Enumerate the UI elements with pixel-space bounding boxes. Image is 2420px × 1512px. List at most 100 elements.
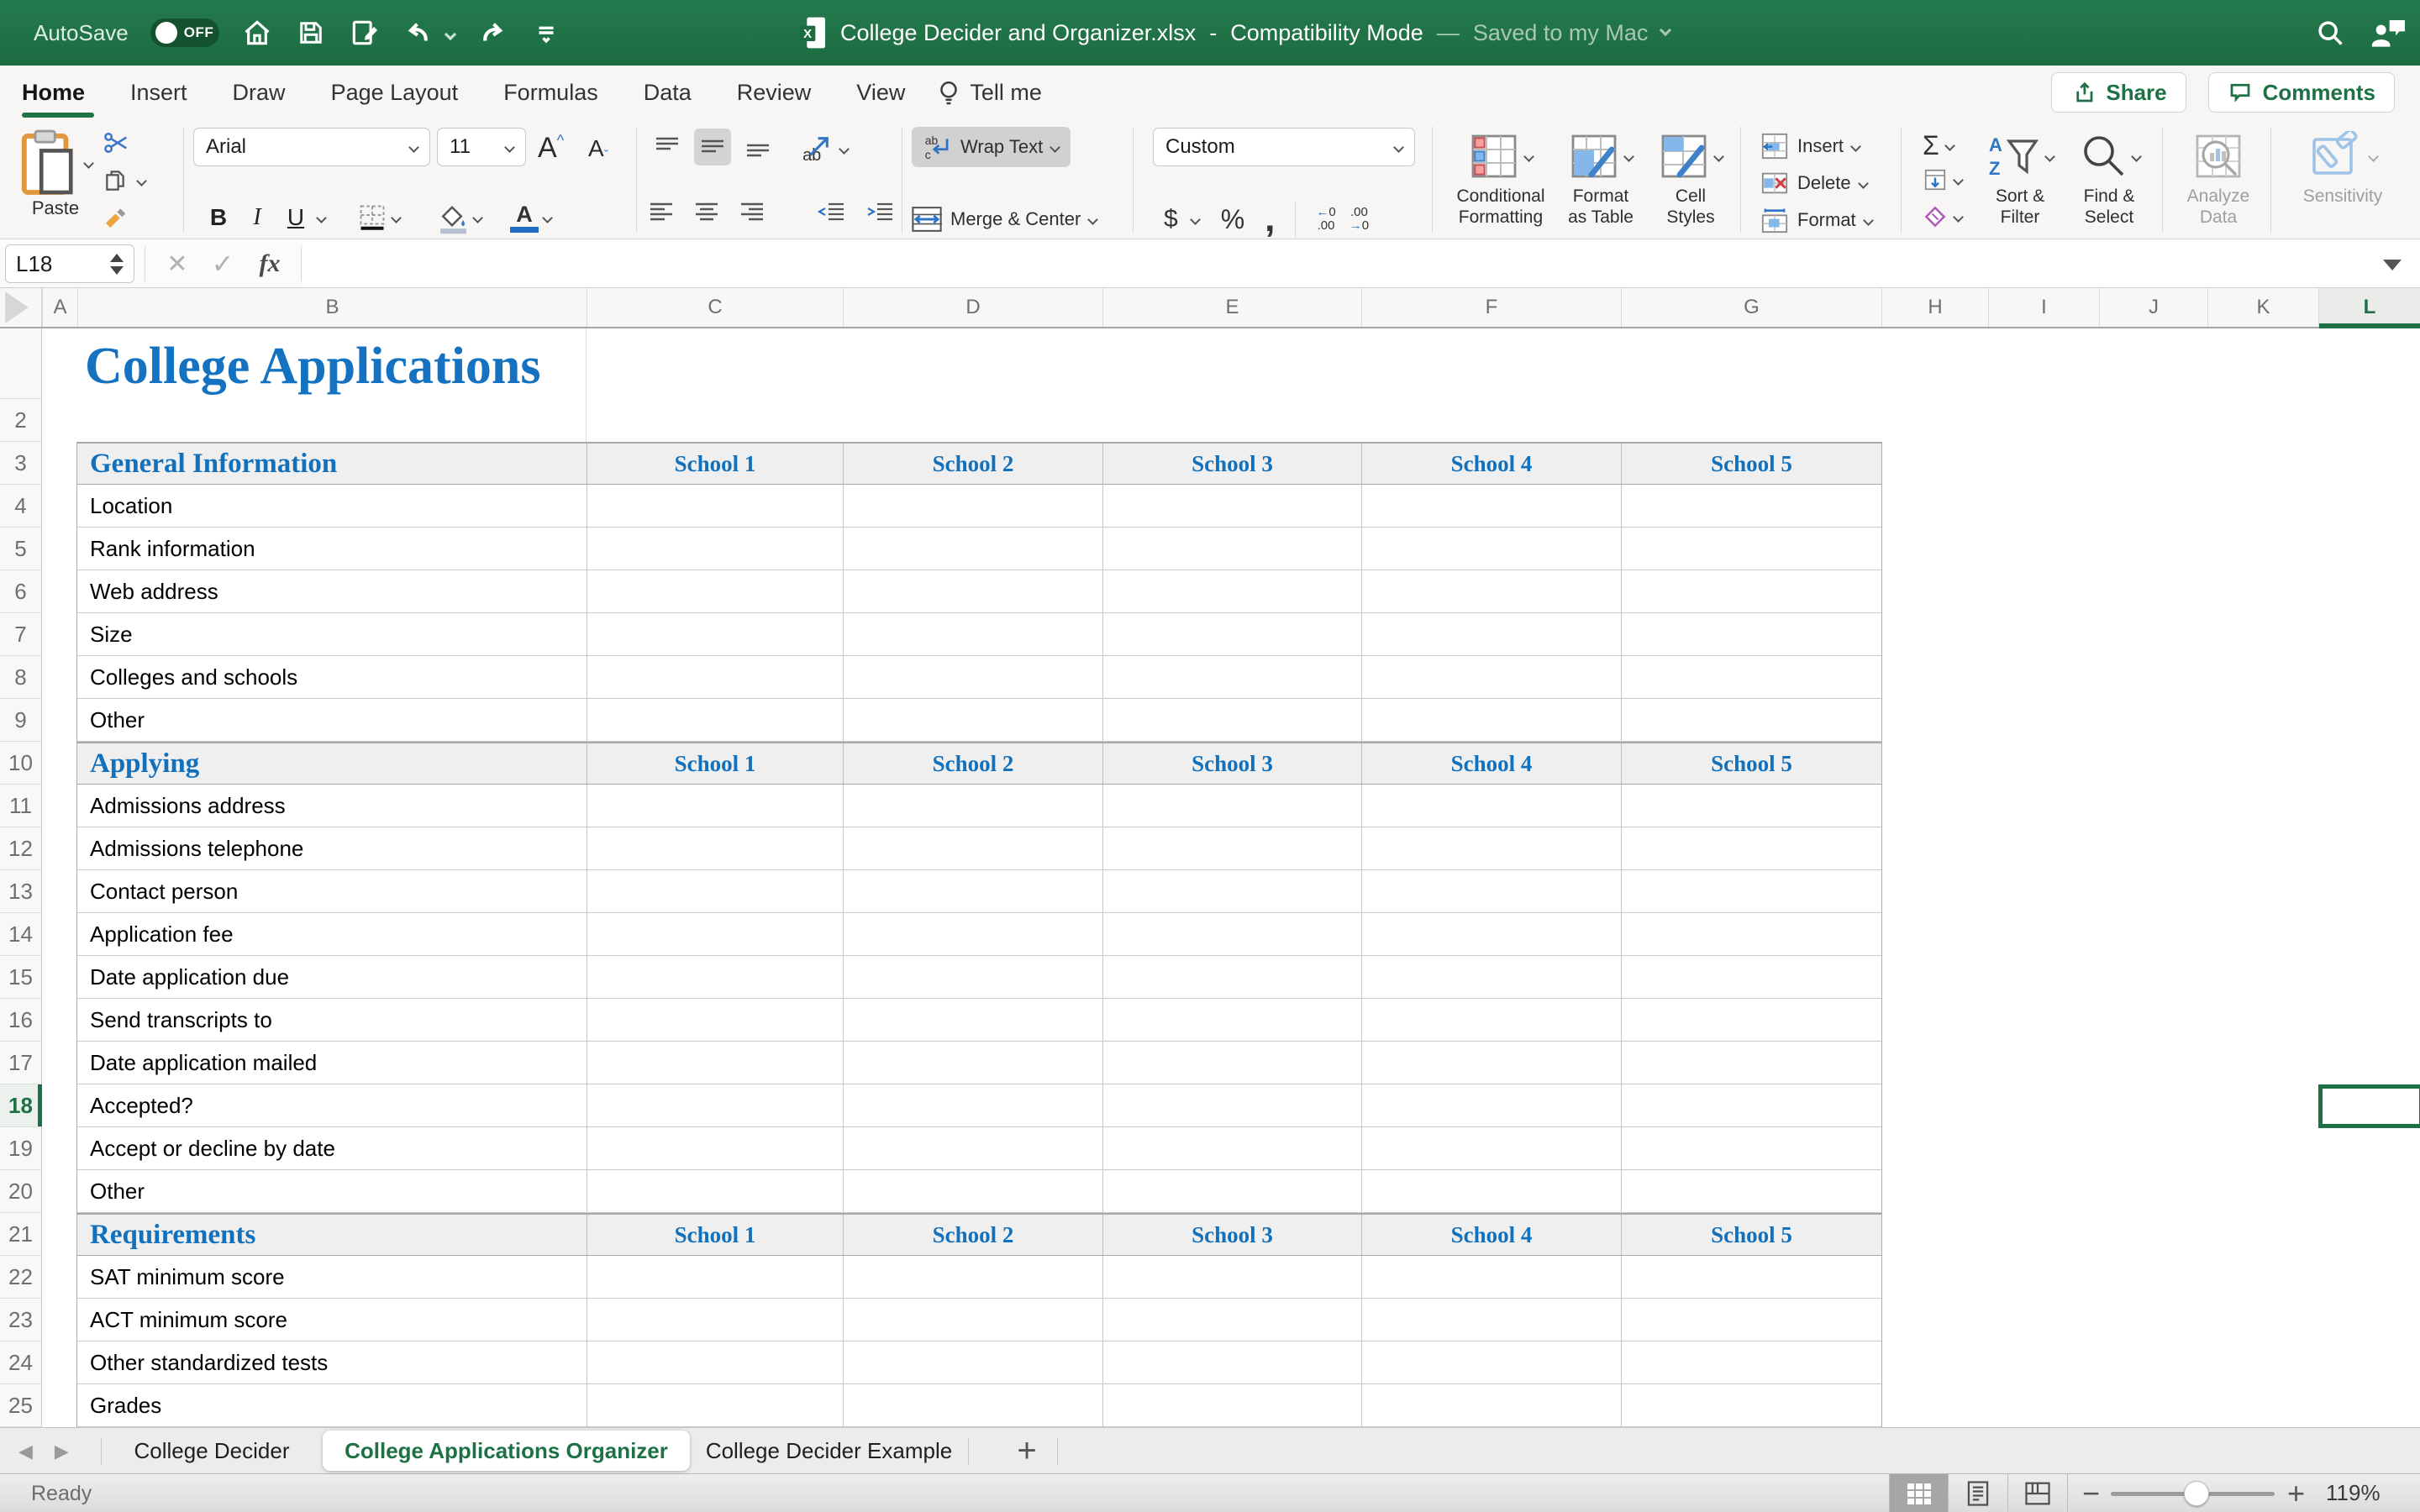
cell[interactable] (1621, 785, 1881, 827)
row-header-17[interactable]: 17 (0, 1042, 41, 1084)
row-label-cell[interactable]: Application fee (77, 913, 587, 955)
name-box-stepper[interactable] (110, 253, 124, 275)
cell[interactable] (1102, 1256, 1361, 1298)
underline-button[interactable]: U (279, 204, 313, 231)
section-header-cell[interactable]: Requirements (77, 1215, 587, 1255)
school-header-cell[interactable]: School 2 (843, 1215, 1102, 1255)
cell[interactable] (1102, 1084, 1361, 1126)
sort-filter-chevron[interactable] (2044, 150, 2055, 162)
cell[interactable] (843, 913, 1102, 955)
row-label-cell[interactable]: Send transcripts to (77, 999, 587, 1041)
row-label-cell[interactable]: Admissions telephone (77, 827, 587, 869)
confirm-entry-icon[interactable]: ✓ (202, 239, 244, 288)
cell[interactable] (843, 570, 1102, 612)
sort-filter-button[interactable]: AZ Sort & Filter (1980, 127, 2060, 228)
row-label-cell[interactable]: Date application due (77, 956, 587, 998)
column-header-D[interactable]: D (843, 288, 1102, 327)
row-label-cell[interactable]: Grades (77, 1384, 587, 1426)
decrease-indent-button[interactable] (817, 201, 845, 223)
row-label-cell[interactable]: SAT minimum score (77, 1256, 587, 1298)
cell[interactable] (1361, 1127, 1621, 1169)
cell[interactable] (1102, 1170, 1361, 1212)
format-painter-button[interactable] (103, 204, 145, 231)
autosum-button[interactable]: Σ (1923, 130, 1955, 161)
tab-tell-me[interactable]: Tell me (936, 79, 1042, 108)
row-header-12[interactable]: 12 (0, 827, 41, 870)
column-header-I[interactable]: I (1988, 288, 2099, 327)
cell[interactable] (587, 1170, 843, 1212)
cell[interactable] (587, 1084, 843, 1126)
next-sheet-icon[interactable]: ▶ (55, 1441, 69, 1462)
saved-status-chevron[interactable] (1660, 24, 1672, 37)
cell[interactable] (1361, 613, 1621, 655)
school-header-cell[interactable]: School 2 (843, 743, 1102, 784)
insert-function-icon[interactable]: fx (249, 239, 291, 288)
row-header-25[interactable]: 25 (0, 1384, 41, 1427)
formula-bar-expand-icon[interactable] (2383, 260, 2402, 270)
copy-button[interactable] (103, 167, 147, 194)
undo-dropdown-chevron[interactable] (444, 28, 456, 41)
cell[interactable] (1102, 956, 1361, 998)
cell[interactable] (1361, 870, 1621, 912)
font-color-button[interactable]: A (510, 202, 539, 233)
paste-button[interactable]: Paste (12, 129, 99, 219)
name-box[interactable]: L18 (5, 244, 134, 283)
cell-styles-button[interactable]: Cell Styles (1649, 127, 1733, 228)
zoom-slider-knob[interactable] (2184, 1481, 2209, 1506)
cell[interactable] (587, 1341, 843, 1383)
cell[interactable] (1621, 1341, 1881, 1383)
row-header-16[interactable]: 16 (0, 999, 41, 1042)
cell[interactable] (1621, 956, 1881, 998)
cell[interactable] (843, 1299, 1102, 1341)
tab-insert[interactable]: Insert (108, 66, 210, 120)
accounting-format-button[interactable]: $ (1164, 205, 1178, 234)
cell[interactable] (843, 827, 1102, 869)
row-header-19[interactable]: 19 (0, 1127, 41, 1170)
row-label-cell[interactable]: Contact person (77, 870, 587, 912)
cell[interactable] (843, 956, 1102, 998)
cell[interactable] (843, 1127, 1102, 1169)
row-label-cell[interactable]: Accepted? (77, 1084, 587, 1126)
number-format-select[interactable]: Custom (1153, 128, 1415, 166)
autosum-chevron[interactable] (1944, 140, 1955, 151)
row-header-15[interactable]: 15 (0, 956, 41, 999)
row-header-7[interactable]: 7 (0, 613, 41, 656)
cell[interactable] (843, 528, 1102, 570)
row-header-3[interactable]: 3 (0, 442, 41, 485)
row-label-cell[interactable]: ACT minimum score (77, 1299, 587, 1341)
bold-button[interactable]: B (202, 204, 235, 231)
row-label-cell[interactable]: Other standardized tests (77, 1341, 587, 1383)
share-button[interactable]: Share (2051, 72, 2186, 113)
cell[interactable] (1102, 999, 1361, 1041)
row-label-cell[interactable]: Date application mailed (77, 1042, 587, 1084)
cell[interactable] (1361, 1384, 1621, 1426)
decrease-font-button[interactable]: Aˇ (588, 135, 608, 164)
increase-font-button[interactable]: A^ (538, 132, 564, 165)
fill-color-chevron[interactable] (472, 212, 483, 223)
align-middle-button[interactable] (694, 129, 731, 165)
row-label-cell[interactable]: Other (77, 1170, 587, 1212)
font-color-chevron[interactable] (542, 212, 553, 223)
cell[interactable] (587, 870, 843, 912)
row-header-11[interactable]: 11 (0, 785, 41, 827)
undo-button[interactable] (402, 17, 434, 49)
sheet-tab-college-applications-organizer[interactable]: College Applications Organizer (323, 1431, 690, 1471)
column-header-F[interactable]: F (1361, 288, 1621, 327)
save-as-icon[interactable] (349, 17, 381, 49)
row-label-cell[interactable]: Rank information (77, 528, 587, 570)
align-left-button[interactable] (649, 201, 674, 223)
column-header-B[interactable]: B (77, 288, 587, 327)
align-top-button[interactable] (649, 129, 686, 165)
increase-decimal-button[interactable]: ←0.00 (1316, 206, 1335, 233)
row-label-cell[interactable]: Web address (77, 570, 587, 612)
merge-center-button[interactable]: Merge & Center (912, 201, 1099, 238)
cell[interactable] (1621, 870, 1881, 912)
tab-page-layout[interactable]: Page Layout (308, 66, 481, 120)
row-header-13[interactable]: 13 (0, 870, 41, 913)
cell[interactable] (843, 1170, 1102, 1212)
wrap-text-chevron[interactable] (1050, 141, 1061, 153)
cell[interactable] (843, 613, 1102, 655)
section-header-cell[interactable]: Applying (77, 743, 587, 784)
row-header-20[interactable]: 20 (0, 1170, 41, 1213)
cell[interactable] (1102, 485, 1361, 527)
